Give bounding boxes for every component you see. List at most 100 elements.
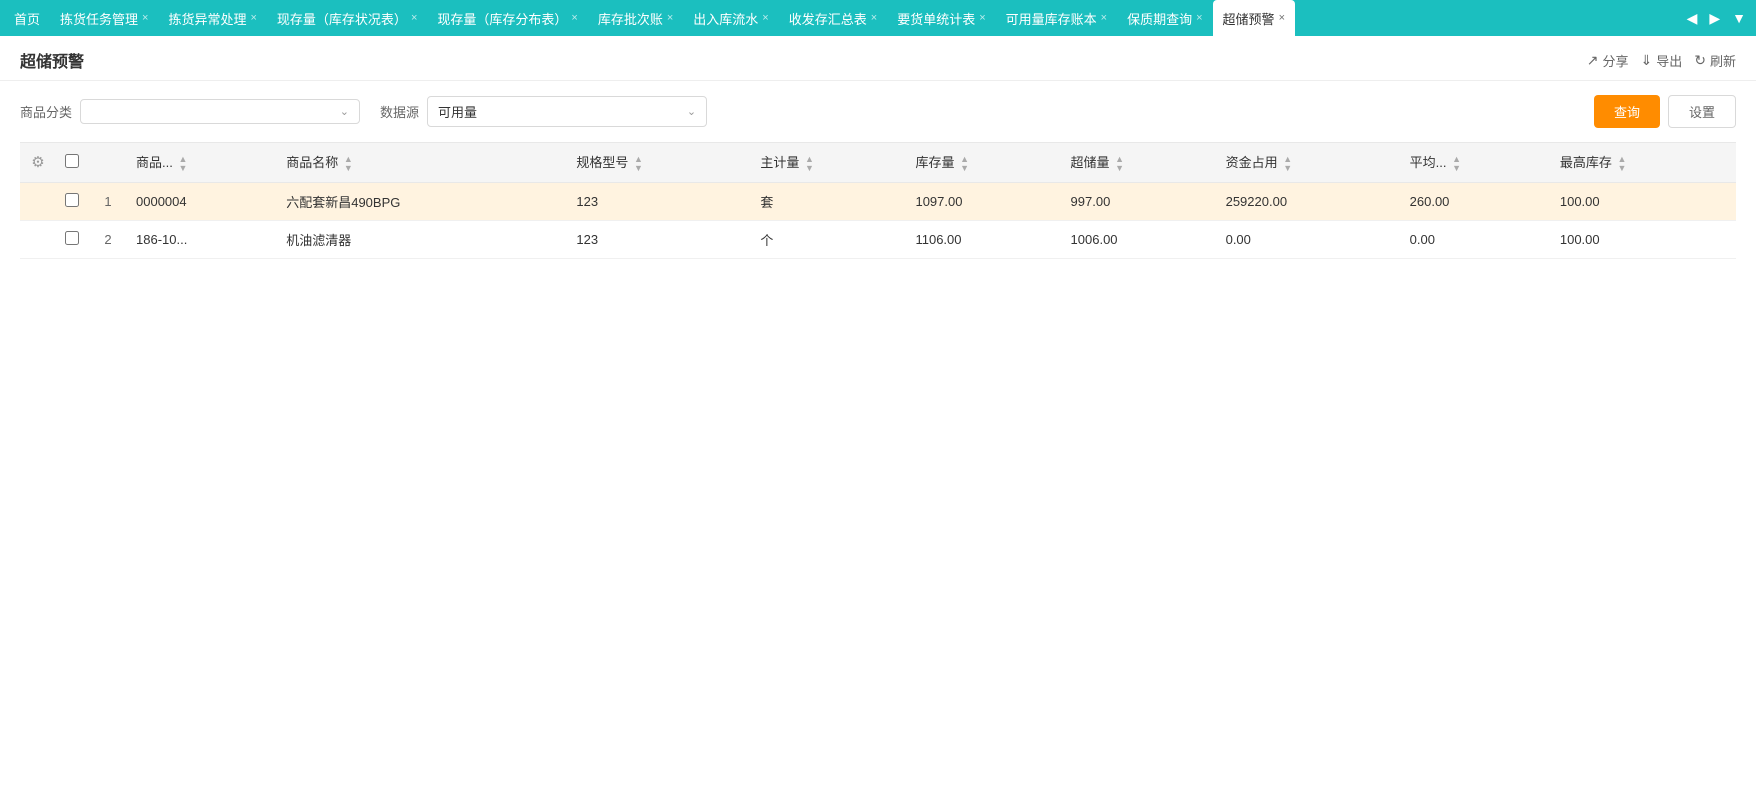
row-capital: 0.00 [1218,220,1402,258]
table-container: ⚙ 商品... ▲▼ 商品名称 ▲▼ 规格型号 ▲▼ [0,142,1756,259]
row-checkbox[interactable] [65,193,79,207]
table-header-row: ⚙ 商品... ▲▼ 商品名称 ▲▼ 规格型号 ▲▼ [20,143,1736,183]
nav-item-overstock[interactable]: 超储预警 × [1213,0,1295,36]
table-body: 1 0000004 六配套新昌490BPG 123 套 1097.00 997.… [20,182,1736,258]
export-icon: ⇓ [1641,52,1653,69]
sort-icon: ▲▼ [1283,155,1292,173]
row-number: 1 [88,182,128,220]
row-capital: 259220.00 [1218,182,1402,220]
nav-item-available[interactable]: 可用量库存账本 × [996,0,1117,36]
share-button[interactable]: ↗ 分享 [1587,51,1629,70]
sort-icon: ▲▼ [1618,155,1627,173]
datasource-label: 数据源 [380,102,419,121]
nav-item-requisition[interactable]: 要货单统计表 × [887,0,995,36]
close-icon[interactable]: × [667,12,673,24]
overstock-table: ⚙ 商品... ▲▼ 商品名称 ▲▼ 规格型号 ▲▼ [20,142,1736,259]
sort-icon: ▲▼ [344,155,353,173]
sort-icon: ▲▼ [960,155,969,173]
settings-button[interactable]: 设置 [1668,95,1736,128]
nav-item-task[interactable]: 拣货任务管理 × [50,0,158,36]
row-unit: 个 [752,220,907,258]
chevron-down-icon: ⌄ [340,105,349,118]
datasource-value: 可用量 [438,102,477,121]
col-over[interactable]: 超储量 ▲▼ [1063,143,1218,183]
row-avg: 260.00 [1402,182,1552,220]
sort-icon: ▲▼ [178,155,187,173]
col-unit[interactable]: 主计量 ▲▼ [752,143,907,183]
page-header: 超储预警 ↗ 分享 ⇓ 导出 ↻ 刷新 [0,36,1756,81]
col-spec[interactable]: 规格型号 ▲▼ [568,143,752,183]
sort-icon: ▲▼ [805,155,814,173]
sort-icon: ▲▼ [1115,155,1124,173]
nav-arrows: ◀ ▶ ▼ [1681,0,1752,36]
nav-next-button[interactable]: ▶ [1703,0,1726,36]
query-button[interactable]: 查询 [1594,95,1660,128]
select-all-checkbox[interactable] [65,154,79,168]
nav-item-expiry[interactable]: 保质期查询 × [1117,0,1212,36]
row-spec: 123 [568,182,752,220]
export-button[interactable]: ⇓ 导出 [1641,51,1683,70]
close-icon[interactable]: × [1279,12,1285,24]
row-unit: 套 [752,182,907,220]
datasource-select[interactable]: 可用量 ⌄ [427,96,707,127]
row-checkbox-cell[interactable] [56,182,88,220]
row-settings-cell [20,182,56,220]
page-title: 超储预警 [20,48,84,72]
nav-item-inout[interactable]: 出入库流水 × [683,0,778,36]
col-settings: ⚙ [20,143,56,183]
row-over: 1006.00 [1063,220,1218,258]
filter-actions: 查询 设置 [1594,95,1736,128]
nav-item-batch[interactable]: 库存批次账 × [588,0,683,36]
close-icon[interactable]: × [411,12,417,24]
nav-item-stock-status[interactable]: 现存量（库存状况表） × [267,0,427,36]
refresh-icon: ↻ [1694,52,1706,69]
close-icon[interactable]: × [1101,12,1107,24]
row-code: 186-10... [128,220,278,258]
row-stock: 1106.00 [907,220,1062,258]
nav-item-exception[interactable]: 拣货异常处理 × [158,0,266,36]
row-settings-cell [20,220,56,258]
nav-item-summary[interactable]: 收发存汇总表 × [779,0,887,36]
close-icon[interactable]: × [1196,12,1202,24]
row-name: 机油滤清器 [278,220,568,258]
nav-prev-button[interactable]: ◀ [1681,0,1704,36]
col-code[interactable]: 商品... ▲▼ [128,143,278,183]
share-icon: ↗ [1587,52,1599,69]
close-icon[interactable]: × [871,12,877,24]
row-number: 2 [88,220,128,258]
col-avg[interactable]: 平均... ▲▼ [1402,143,1552,183]
datasource-filter-group: 数据源 可用量 ⌄ [380,96,707,127]
nav-item-home[interactable]: 首页 [4,0,50,36]
top-nav: 首页 拣货任务管理 × 拣货异常处理 × 现存量（库存状况表） × 现存量（库存… [0,0,1756,36]
header-actions: ↗ 分享 ⇓ 导出 ↻ 刷新 [1587,51,1736,70]
row-checkbox[interactable] [65,231,79,245]
row-code: 0000004 [128,182,278,220]
commodity-category-label: 商品分类 [20,102,72,121]
chevron-down-icon: ⌄ [687,105,696,118]
close-icon[interactable]: × [250,12,256,24]
close-icon[interactable]: × [762,12,768,24]
sort-icon: ▲▼ [1452,155,1461,173]
col-max[interactable]: 最高库存 ▲▼ [1552,143,1736,183]
col-name[interactable]: 商品名称 ▲▼ [278,143,568,183]
row-checkbox-cell[interactable] [56,220,88,258]
close-icon[interactable]: × [979,12,985,24]
nav-item-stock-dist[interactable]: 现存量（库存分布表） × [427,0,587,36]
refresh-button[interactable]: ↻ 刷新 [1694,51,1736,70]
close-icon[interactable]: × [142,12,148,24]
close-icon[interactable]: × [571,12,577,24]
col-stock[interactable]: 库存量 ▲▼ [907,143,1062,183]
col-num [88,143,128,183]
col-capital[interactable]: 资金占用 ▲▼ [1218,143,1402,183]
gear-icon[interactable]: ⚙ [31,154,44,171]
row-stock: 1097.00 [907,182,1062,220]
commodity-category-select[interactable]: ⌄ [80,99,360,124]
row-name: 六配套新昌490BPG [278,182,568,220]
filter-bar: 商品分类 ⌄ 数据源 可用量 ⌄ 查询 设置 [0,81,1756,142]
row-max: 100.00 [1552,182,1736,220]
table-row: 2 186-10... 机油滤清器 123 个 1106.00 1006.00 … [20,220,1736,258]
row-max: 100.00 [1552,220,1736,258]
nav-menu-button[interactable]: ▼ [1726,0,1752,36]
row-over: 997.00 [1063,182,1218,220]
sort-icon: ▲▼ [634,155,643,173]
